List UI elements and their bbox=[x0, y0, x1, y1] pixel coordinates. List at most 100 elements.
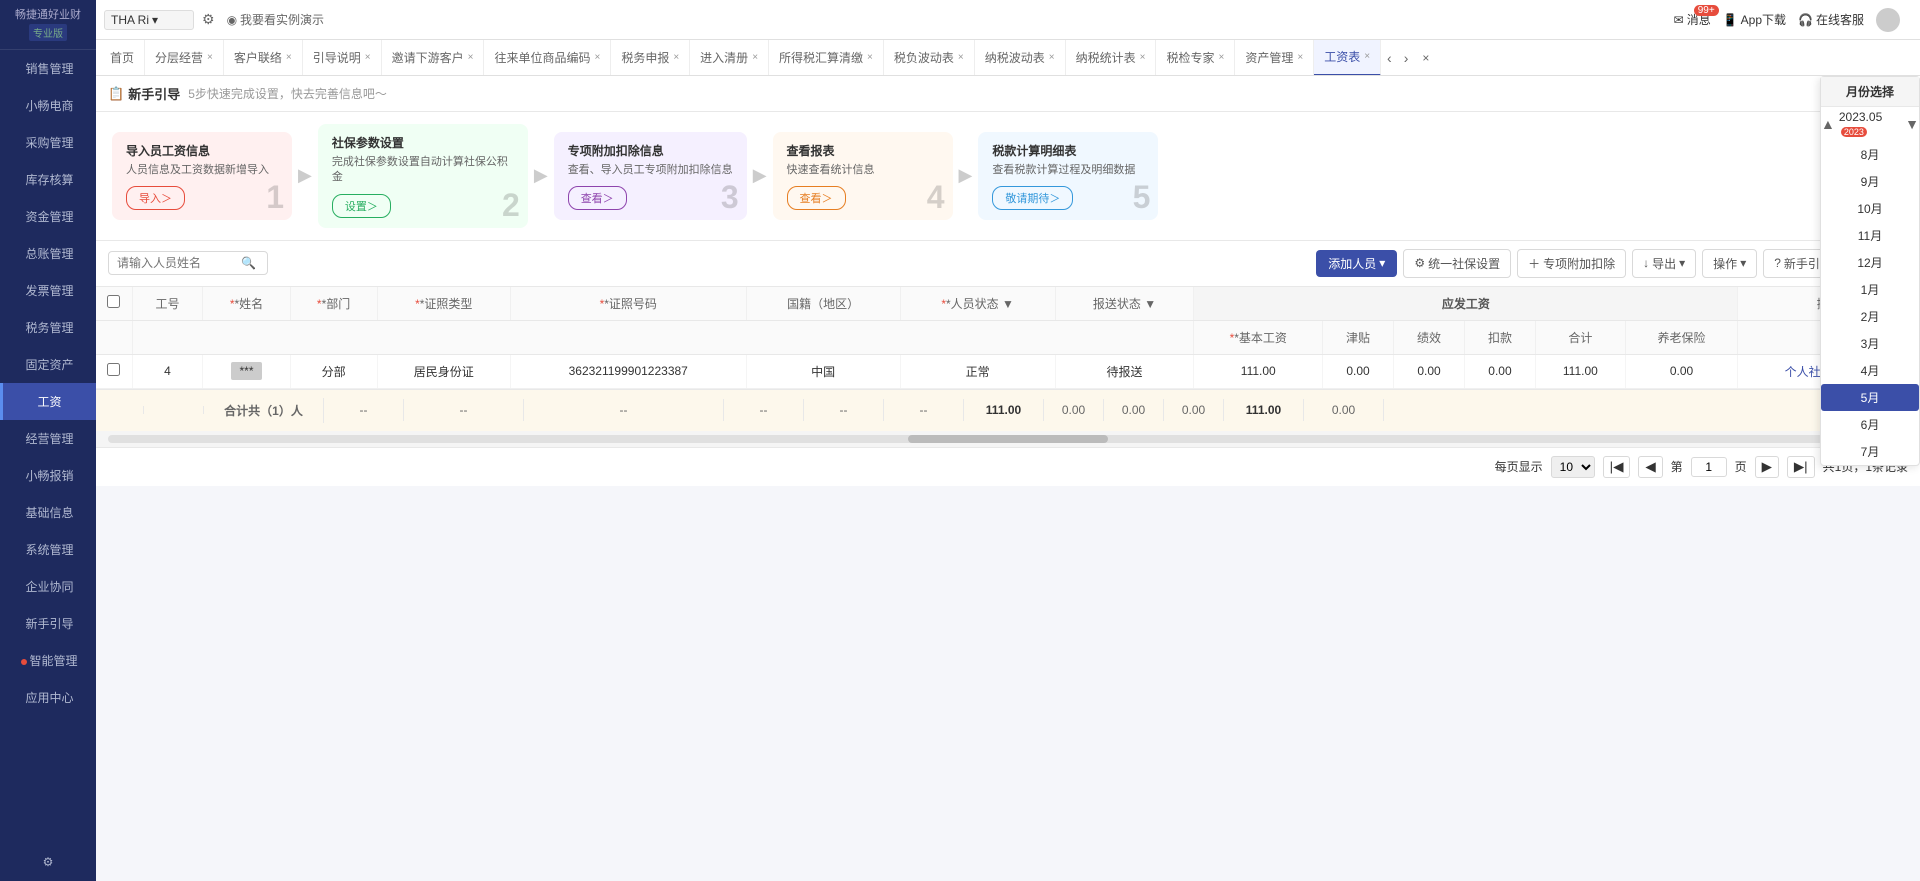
sidebar-item-operations[interactable]: 经营管理 bbox=[0, 420, 96, 457]
tab-tax-stats[interactable]: 纳税统计表× bbox=[1066, 40, 1157, 76]
tab-close-tax-expert[interactable]: × bbox=[1218, 52, 1224, 63]
month-item-1[interactable]: 1月 bbox=[1821, 276, 1919, 303]
month-list: 8月 9月 10月 11月 12月 1月 2月 3月 4月 5月 6月 7月 bbox=[1821, 141, 1919, 465]
horizontal-scrollbar[interactable] bbox=[96, 431, 1920, 447]
tab-tax-report[interactable]: 税务申报× bbox=[611, 40, 690, 76]
tab-close-invite[interactable]: × bbox=[468, 52, 474, 63]
sidebar-item-payroll[interactable]: 工资 bbox=[0, 383, 96, 420]
month-item-12[interactable]: 12月 bbox=[1821, 249, 1919, 276]
sidebar-item-basic-info[interactable]: 基础信息 bbox=[0, 494, 96, 531]
tab-close-tax-fluctuation[interactable]: × bbox=[1049, 52, 1055, 63]
tab-next-btn[interactable]: › bbox=[1398, 46, 1415, 70]
step-3-button[interactable]: 查看＞ bbox=[568, 186, 627, 210]
month-item-8[interactable]: 8月 bbox=[1821, 141, 1919, 168]
search-input[interactable] bbox=[117, 256, 237, 270]
tab-close-payroll[interactable]: × bbox=[1364, 51, 1370, 62]
tab-home[interactable]: 首页 bbox=[100, 40, 145, 76]
month-item-5[interactable]: 5月 bbox=[1821, 384, 1919, 411]
tab-clearance[interactable]: 进入清册× bbox=[690, 40, 769, 76]
tab-close-asset-mgmt[interactable]: × bbox=[1297, 52, 1303, 63]
company-name: THA Ri bbox=[111, 13, 149, 27]
online-service-button[interactable]: 🎧 在线客服 bbox=[1798, 11, 1864, 28]
tab-invite[interactable]: 邀请下游客户× bbox=[382, 40, 485, 76]
prev-page-btn[interactable]: ◀ bbox=[1638, 456, 1662, 478]
per-page-select[interactable]: 10 20 50 bbox=[1551, 456, 1595, 478]
select-all-checkbox[interactable] bbox=[107, 295, 120, 308]
sidebar-item-collab[interactable]: 企业协同 bbox=[0, 568, 96, 605]
step-3-title: 专项附加扣除信息 bbox=[568, 142, 733, 159]
step-5-button[interactable]: 敬请期待＞ bbox=[992, 186, 1073, 210]
sidebar-item-purchase[interactable]: 采购管理 bbox=[0, 124, 96, 161]
tab-customer[interactable]: 客户联络× bbox=[224, 40, 303, 76]
month-item-2[interactable]: 2月 bbox=[1821, 303, 1919, 330]
scrollbar-thumb[interactable] bbox=[908, 435, 1108, 443]
month-item-9[interactable]: 9月 bbox=[1821, 168, 1919, 195]
tab-close-customer[interactable]: × bbox=[286, 52, 292, 63]
unified-social-button[interactable]: ⚙ 统一社保设置 bbox=[1403, 249, 1511, 278]
row-checkbox[interactable] bbox=[107, 363, 120, 376]
tab-close-clearance[interactable]: × bbox=[752, 52, 758, 63]
tab-close-layered[interactable]: × bbox=[207, 52, 213, 63]
sidebar-item-tax[interactable]: 税务管理 bbox=[0, 309, 96, 346]
company-selector[interactable]: THA Ri ▾ bbox=[104, 10, 194, 30]
step-4-button[interactable]: 查看＞ bbox=[787, 186, 846, 210]
sidebar-item-system[interactable]: 系统管理 bbox=[0, 531, 96, 568]
first-page-btn[interactable]: |◀ bbox=[1603, 456, 1631, 478]
month-item-10[interactable]: 10月 bbox=[1821, 195, 1919, 222]
sidebar-item-assets[interactable]: 固定资产 bbox=[0, 346, 96, 383]
send-filter-icon[interactable]: ▼ bbox=[1144, 297, 1156, 311]
demo-button[interactable]: ◉ 我要看实例演示 bbox=[227, 11, 325, 28]
tab-tax-fluctuation[interactable]: 纳税波动表× bbox=[975, 40, 1066, 76]
special-deduct-button[interactable]: ＋ 专项附加扣除 bbox=[1517, 249, 1626, 278]
sidebar-item-sales[interactable]: 销售管理 bbox=[0, 50, 96, 87]
footer-id bbox=[144, 406, 204, 414]
operate-button[interactable]: 操作 ▾ bbox=[1702, 249, 1757, 278]
tab-close-items[interactable]: × bbox=[594, 52, 600, 63]
sidebar-item-appstore[interactable]: 应用中心 bbox=[0, 679, 96, 716]
tab-close-guide[interactable]: × bbox=[365, 52, 371, 63]
tab-guide[interactable]: 引导说明× bbox=[303, 40, 382, 76]
close-all-tabs-button[interactable]: × bbox=[1414, 47, 1437, 69]
tab-close-income-tax[interactable]: × bbox=[867, 52, 873, 63]
sidebar-item-invoice[interactable]: 发票管理 bbox=[0, 272, 96, 309]
tab-prev-btn[interactable]: ‹ bbox=[1381, 46, 1398, 70]
tab-asset-mgmt[interactable]: 资产管理× bbox=[1235, 40, 1314, 76]
month-item-4[interactable]: 4月 bbox=[1821, 357, 1919, 384]
sidebar-item-ecommerce[interactable]: 小畅电商 bbox=[0, 87, 96, 124]
month-item-7[interactable]: 7月 bbox=[1821, 438, 1919, 465]
tab-close-tax-report[interactable]: × bbox=[673, 52, 679, 63]
add-person-button[interactable]: 添加人员 ▾ bbox=[1316, 250, 1397, 277]
export-button[interactable]: ↓ 导出 ▾ bbox=[1632, 249, 1696, 278]
sidebar-item-inventory[interactable]: 库存核算 bbox=[0, 161, 96, 198]
sidebar-item-expense[interactable]: 小畅报销 bbox=[0, 457, 96, 494]
message-button[interactable]: ✉ 消息 99+ bbox=[1674, 11, 1711, 28]
tab-close-tax-stats[interactable]: × bbox=[1140, 52, 1146, 63]
last-page-btn[interactable]: ▶| bbox=[1787, 456, 1815, 478]
tab-close-tax-burden[interactable]: × bbox=[958, 52, 964, 63]
search-icon[interactable]: 🔍 bbox=[241, 256, 256, 270]
sidebar-item-guide[interactable]: 新手引导 bbox=[0, 605, 96, 642]
month-item-3[interactable]: 3月 bbox=[1821, 330, 1919, 357]
month-picker-down-btn[interactable]: ▼ bbox=[1905, 116, 1919, 132]
sidebar-item-ai[interactable]: 智能管理 bbox=[0, 642, 96, 679]
tab-tax-expert[interactable]: 税检专家× bbox=[1156, 40, 1235, 76]
tab-tax-burden[interactable]: 税负波动表× bbox=[884, 40, 975, 76]
tab-items[interactable]: 往来单位商品编码× bbox=[484, 40, 611, 76]
filter-icon[interactable]: ▼ bbox=[1002, 297, 1014, 311]
page-input[interactable] bbox=[1691, 457, 1727, 477]
sidebar-item-ledger[interactable]: 总账管理 bbox=[0, 235, 96, 272]
month-item-11[interactable]: 11月 bbox=[1821, 222, 1919, 249]
settings-icon[interactable]: ⚙ bbox=[198, 7, 219, 32]
sidebar-item-finance[interactable]: 资金管理 bbox=[0, 198, 96, 235]
tab-layered[interactable]: 分层经营× bbox=[145, 40, 224, 76]
avatar[interactable] bbox=[1876, 8, 1900, 32]
tab-income-tax[interactable]: 所得税汇算清缴× bbox=[769, 40, 884, 76]
settings-button[interactable]: ⚙ bbox=[0, 843, 96, 881]
month-item-6[interactable]: 6月 bbox=[1821, 411, 1919, 438]
tab-payroll[interactable]: 工资表× bbox=[1314, 40, 1381, 76]
month-picker-up-btn[interactable]: ▲ bbox=[1821, 116, 1835, 132]
step-2-button[interactable]: 设置＞ bbox=[332, 194, 391, 218]
app-download-button[interactable]: 📱 App下载 bbox=[1723, 11, 1786, 28]
next-page-btn[interactable]: ▶ bbox=[1755, 456, 1779, 478]
step-1-button[interactable]: 导入＞ bbox=[126, 186, 185, 210]
